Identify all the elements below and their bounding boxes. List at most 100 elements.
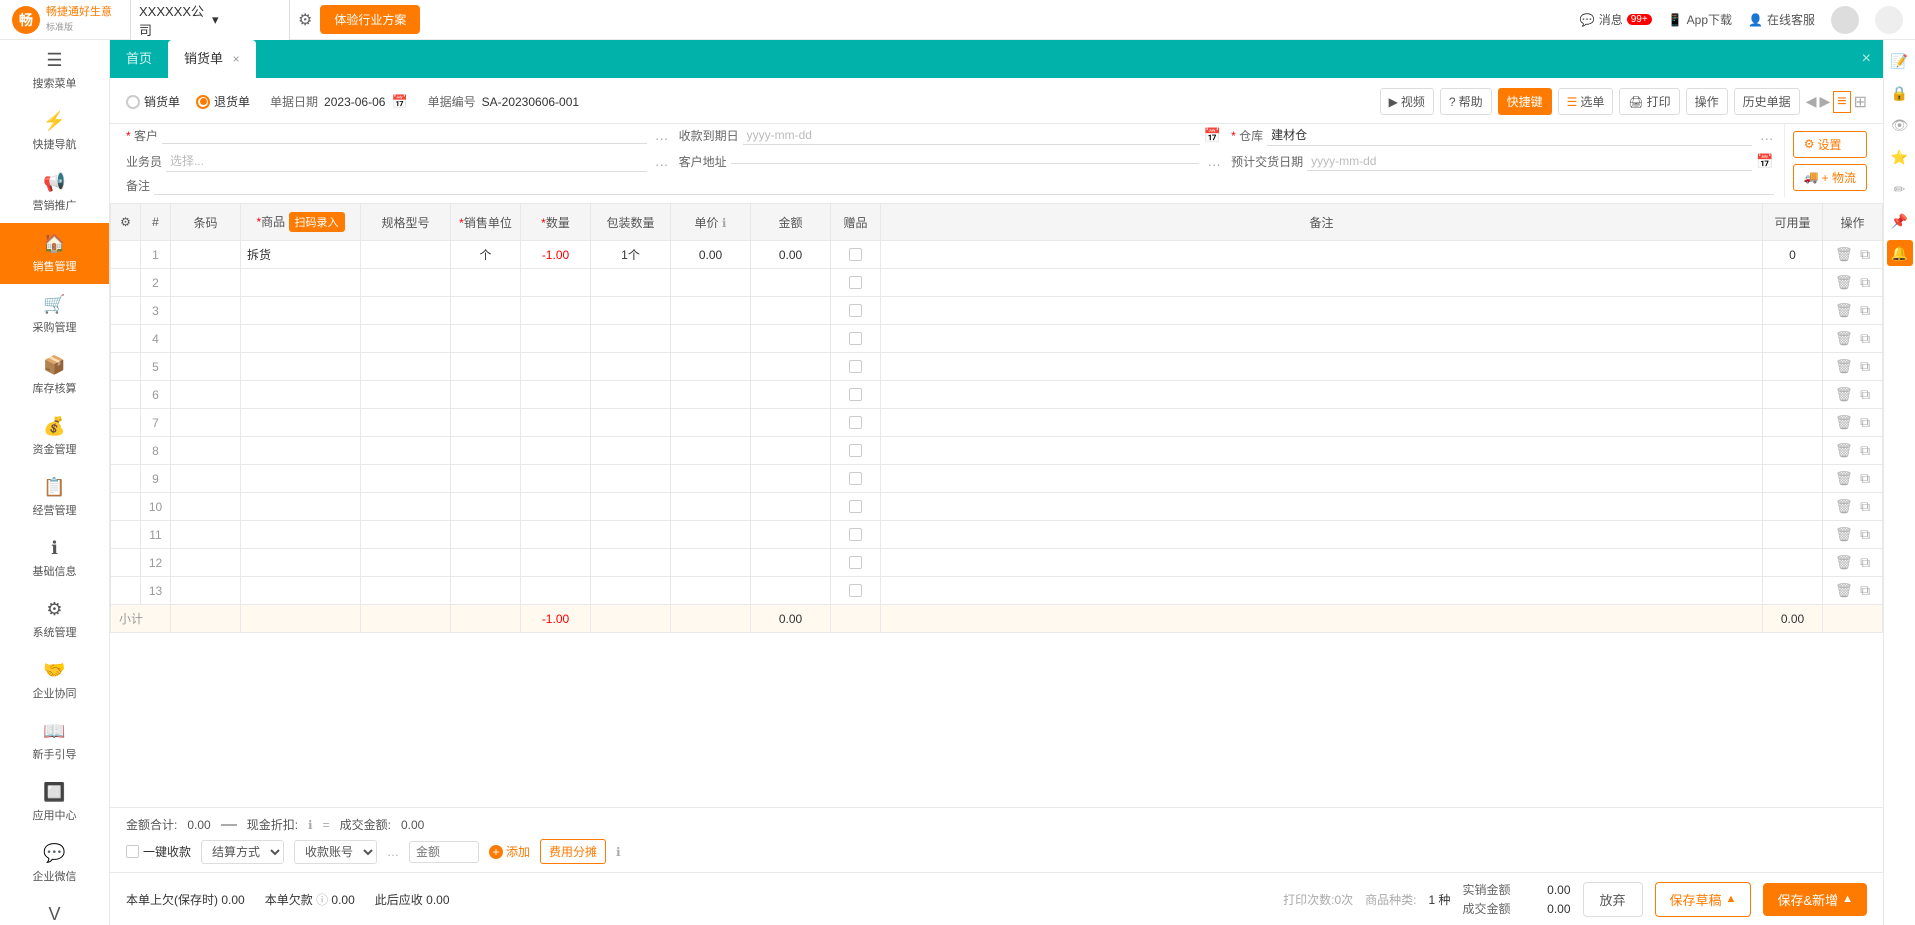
cell-qty[interactable] [521, 269, 591, 297]
cell-qty[interactable]: -1.00 [521, 241, 591, 269]
save-new-button[interactable]: 保存&新增 ▲ [1763, 883, 1867, 916]
help-btn[interactable]: ? 帮助 [1440, 88, 1492, 115]
sidebar-item-guide[interactable]: 📖 新手引导 [0, 711, 109, 772]
sidebar-item-sales[interactable]: 🏠 销售管理 [0, 223, 109, 284]
cell-barcode[interactable] [171, 297, 241, 325]
cell-qty[interactable] [521, 353, 591, 381]
cell-amount[interactable] [751, 353, 831, 381]
cell-unit[interactable] [451, 297, 521, 325]
payment-dots-icon[interactable]: … [387, 845, 399, 859]
settings-icon[interactable]: ⚙ [298, 10, 312, 30]
cell-remark[interactable] [881, 521, 1763, 549]
cell-product[interactable] [241, 297, 361, 325]
cell-spec[interactable] [361, 269, 451, 297]
copy-icon[interactable]: ⧉ [1860, 470, 1870, 486]
cell-gift[interactable] [831, 353, 881, 381]
info-icon[interactable]: ℹ [308, 818, 313, 832]
copy-icon[interactable]: ⧉ [1860, 386, 1870, 402]
cell-amount[interactable] [751, 297, 831, 325]
sidebar-item-search[interactable]: ☰ 搜索菜单 [0, 40, 109, 101]
notes-input[interactable] [154, 176, 1774, 195]
cell-amount[interactable] [751, 493, 831, 521]
copy-icon[interactable]: ⧉ [1860, 274, 1870, 290]
cell-remark[interactable] [881, 241, 1763, 269]
copy-icon[interactable]: ⧉ [1860, 246, 1870, 262]
delete-icon[interactable]: 🗑 [1835, 414, 1853, 430]
cell-amount[interactable] [751, 549, 831, 577]
cell-price[interactable] [671, 521, 751, 549]
cell-product[interactable] [241, 269, 361, 297]
cell-barcode[interactable] [171, 493, 241, 521]
discard-button[interactable]: 放弃 [1583, 882, 1643, 917]
delete-icon[interactable]: 🗑 [1835, 526, 1853, 542]
cell-pkgqty[interactable] [591, 353, 671, 381]
customer-dots-icon[interactable]: … [655, 127, 669, 143]
cell-price[interactable] [671, 493, 751, 521]
warehouse-dots-icon[interactable]: … [1760, 127, 1774, 143]
delete-icon[interactable]: 🗑 [1835, 498, 1853, 514]
cell-remark[interactable] [881, 297, 1763, 325]
address-input[interactable] [731, 159, 1200, 164]
cell-unit[interactable] [451, 353, 521, 381]
cell-product[interactable] [241, 549, 361, 577]
cell-amount[interactable] [751, 465, 831, 493]
cell-amount[interactable] [751, 269, 831, 297]
copy-icon[interactable]: ⧉ [1860, 414, 1870, 430]
cell-barcode[interactable] [171, 325, 241, 353]
cell-remark[interactable] [881, 381, 1763, 409]
tab-home[interactable]: 首页 [110, 40, 168, 78]
cell-barcode[interactable] [171, 549, 241, 577]
cell-qty[interactable] [521, 325, 591, 353]
prev-record-icon[interactable]: ◀ [1806, 93, 1817, 110]
cell-amount[interactable]: 0.00 [751, 241, 831, 269]
cell-pkgqty[interactable] [591, 409, 671, 437]
cell-gift[interactable] [831, 521, 881, 549]
trial-button[interactable]: 体验行业方案 [320, 5, 420, 34]
copy-icon[interactable]: ⧉ [1860, 358, 1870, 374]
cell-spec[interactable] [361, 521, 451, 549]
delivery-input[interactable]: yyyy-mm-dd [1307, 152, 1752, 171]
cell-price[interactable] [671, 577, 751, 605]
cell-spec[interactable] [361, 465, 451, 493]
add-payment-button[interactable]: + 添加 [489, 843, 530, 860]
cell-unit[interactable] [451, 409, 521, 437]
sidebar-item-app-center[interactable]: 🔲 应用中心 [0, 772, 109, 833]
cell-gift[interactable] [831, 493, 881, 521]
cell-pkgqty[interactable] [591, 437, 671, 465]
rp-pin-icon[interactable]: 📌 [1887, 208, 1913, 234]
payment-checkbox[interactable] [126, 845, 139, 858]
history-btn[interactable]: 历史单据 [1734, 88, 1800, 115]
total-owed-info[interactable]: ⓘ [316, 893, 328, 907]
cell-pkgqty[interactable] [591, 493, 671, 521]
sidebar-item-inventory[interactable]: 📦 库存核算 [0, 345, 109, 406]
rp-notes-icon[interactable]: 📝 [1887, 48, 1913, 74]
cell-gift[interactable] [831, 409, 881, 437]
cell-spec[interactable] [361, 381, 451, 409]
delete-icon[interactable]: 🗑 [1835, 274, 1853, 290]
cell-product[interactable] [241, 353, 361, 381]
cell-product[interactable]: 拆货 [241, 241, 361, 269]
cell-barcode[interactable] [171, 437, 241, 465]
customer-input[interactable] [162, 126, 647, 144]
delete-icon[interactable]: 🗑 [1835, 330, 1853, 346]
sidebar-item-marketing[interactable]: 📢 营销推广 [0, 162, 109, 223]
salesperson-dots-icon[interactable]: … [655, 153, 669, 169]
next-record-icon[interactable]: ▶ [1819, 93, 1830, 110]
cell-product[interactable] [241, 577, 361, 605]
cell-unit[interactable] [451, 493, 521, 521]
cell-remark[interactable] [881, 325, 1763, 353]
cell-barcode[interactable] [171, 577, 241, 605]
copy-icon[interactable]: ⧉ [1860, 442, 1870, 458]
delete-icon[interactable]: 🗑 [1835, 358, 1853, 374]
radio-sale-order[interactable]: 销货单 [126, 93, 180, 110]
cell-remark[interactable] [881, 437, 1763, 465]
copy-icon[interactable]: ⧉ [1860, 526, 1870, 542]
cell-price[interactable] [671, 269, 751, 297]
cell-amount[interactable] [751, 577, 831, 605]
th-setting[interactable]: ⚙ [111, 204, 141, 241]
messages-button[interactable]: 💬 消息 99+ [1580, 11, 1652, 28]
delete-icon[interactable]: 🗑 [1835, 554, 1853, 570]
rp-lock-icon[interactable]: 🔒 [1887, 80, 1913, 106]
cell-price[interactable] [671, 437, 751, 465]
cell-gift[interactable] [831, 269, 881, 297]
